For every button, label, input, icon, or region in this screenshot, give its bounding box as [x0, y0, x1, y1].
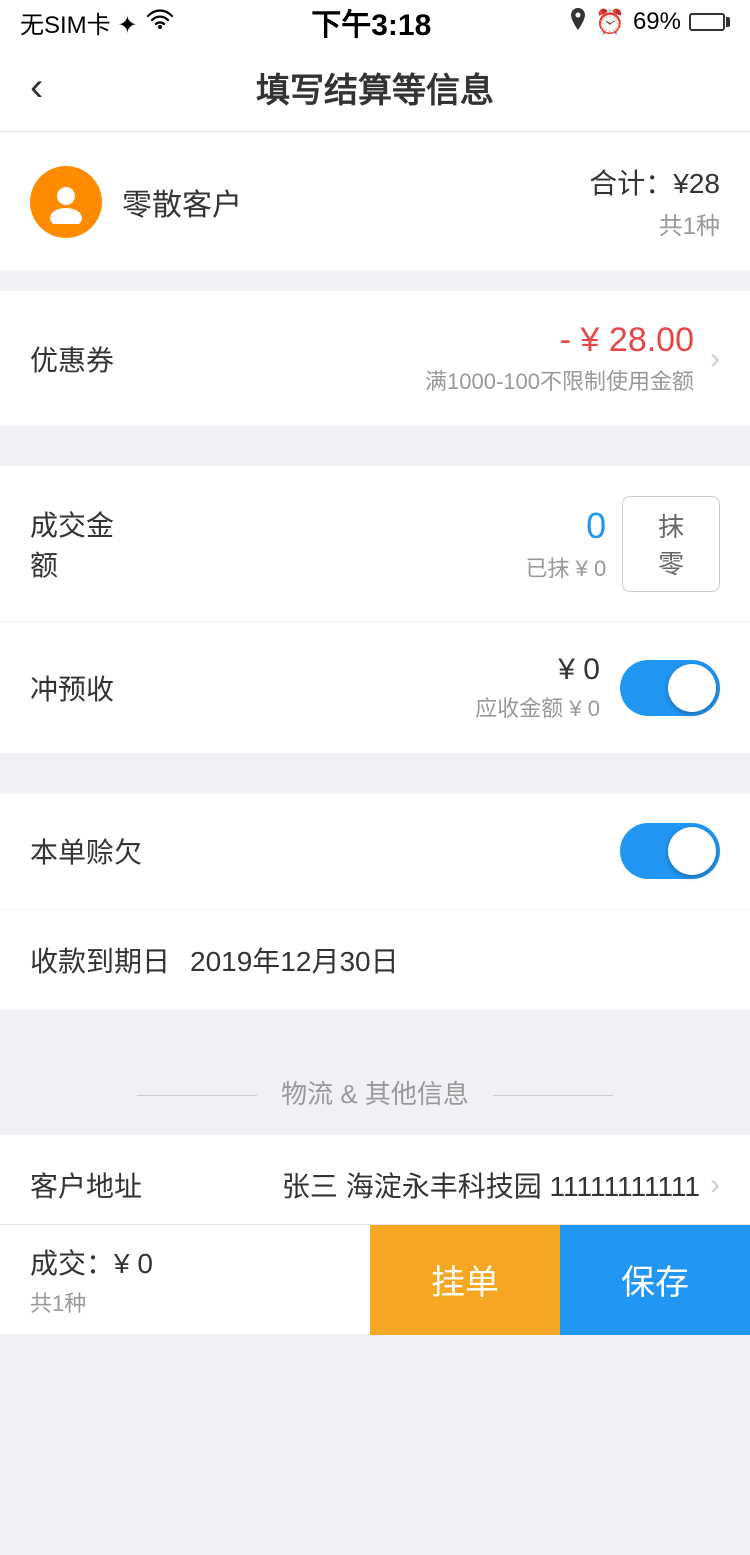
debt-toggle-knob	[668, 827, 716, 875]
carrier-text: 无SIM卡 ✦	[20, 5, 137, 40]
content: 零散客户 合计：¥28 共1种 优惠券 - ¥ 28.00 满1000-100不…	[0, 132, 750, 1555]
coupon-label: 优惠券	[30, 339, 114, 379]
status-bar-left: 无SIM卡 ✦	[20, 5, 173, 40]
debt-section: 本单赊欠 收款到期日 2019年12月30日	[0, 793, 750, 1010]
bottom-deal-label: 成交：	[30, 1248, 114, 1279]
address-label: 客户地址	[30, 1165, 142, 1205]
bottom-deal-value: ¥ 0	[114, 1248, 153, 1279]
page-title: 填写结算等信息	[256, 63, 494, 112]
customer-name: 零散客户	[122, 180, 242, 224]
due-date-value: 2019年12月30日	[190, 940, 399, 980]
coupon-amount: - ¥ 28.00	[425, 321, 694, 360]
logistics-label: 物流 & 其他信息	[281, 1079, 469, 1109]
battery-percent: 69%	[633, 8, 681, 36]
deal-amount-values: 已抹 ¥ 0	[141, 505, 606, 583]
bottom-count: 共1种	[30, 1286, 340, 1318]
bottom-info: 成交：¥ 0 共1种	[0, 1242, 370, 1318]
divider-1	[0, 446, 750, 466]
pre-receive-row: 冲预收 ¥ 0 应收金额 ¥ 0	[0, 623, 750, 753]
logistics-header: 物流 & 其他信息	[0, 1050, 750, 1135]
customer-info-left: 零散客户	[30, 166, 242, 238]
address-value: 张三 海淀永丰科技园 11111111111	[282, 1165, 700, 1205]
status-bar-right: ⏰ 69%	[569, 8, 730, 37]
pre-receive-amounts: ¥ 0 应收金额 ¥ 0	[475, 653, 600, 723]
coupon-chevron-icon: ›	[710, 342, 720, 376]
pre-receive-toggle-knob	[668, 664, 716, 712]
pre-receive-toggle[interactable]	[620, 660, 720, 716]
hold-button[interactable]: 挂单	[370, 1225, 560, 1335]
address-row[interactable]: 客户地址 张三 海淀永丰科技园 11111111111 ›	[0, 1135, 750, 1235]
debt-row: 本单赊欠	[0, 793, 750, 909]
debt-label: 本单赊欠	[30, 831, 142, 871]
customer-avatar	[30, 166, 102, 238]
nav-bar: ‹ 填写结算等信息	[0, 44, 750, 132]
customer-card: 零散客户 合计：¥28 共1种	[0, 132, 750, 271]
coupon-section: 优惠券 - ¥ 28.00 满1000-100不限制使用金额 ›	[0, 291, 750, 426]
divider-3	[0, 1030, 750, 1050]
receivable-label: 应收金额 ¥ 0	[475, 691, 600, 723]
round-zero-button[interactable]: 抹零	[622, 496, 720, 592]
divider-2	[0, 773, 750, 793]
status-bar: 无SIM卡 ✦ 下午3:18 ⏰ 69%	[0, 0, 750, 44]
customer-count: 共1种	[589, 206, 720, 241]
coupon-row[interactable]: 优惠券 - ¥ 28.00 满1000-100不限制使用金额 ›	[0, 291, 750, 426]
pre-receive-right: ¥ 0 应收金额 ¥ 0	[475, 653, 720, 723]
bottom-buttons: 挂单 保存	[370, 1225, 750, 1335]
coupon-detail: - ¥ 28.00 满1000-100不限制使用金额	[425, 321, 694, 396]
address-right: 张三 海淀永丰科技园 11111111111 ›	[282, 1165, 720, 1205]
battery-icon	[689, 13, 730, 31]
deal-amount-right: 已抹 ¥ 0 抹零	[141, 496, 720, 592]
address-chevron-icon: ›	[710, 1168, 720, 1202]
coupon-right: - ¥ 28.00 满1000-100不限制使用金额 ›	[425, 321, 720, 396]
alarm-icon: ⏰	[595, 8, 625, 37]
status-bar-time: 下午3:18	[311, 0, 431, 44]
due-date-label: 收款到期日	[30, 940, 170, 980]
already-zeroed-label: 已抹 ¥ 0	[141, 551, 606, 583]
back-button[interactable]: ‹	[30, 65, 43, 110]
due-date-row: 收款到期日 2019年12月30日	[0, 909, 750, 1010]
coupon-desc: 满1000-100不限制使用金额	[425, 364, 694, 396]
deal-amount-label: 成交金额	[30, 504, 141, 584]
customer-total: 合计：¥28	[589, 162, 720, 202]
pre-amount: ¥ 0	[475, 653, 600, 687]
amount-section: 成交金额 已抹 ¥ 0 抹零 冲预收 ¥ 0 应收金额 ¥ 0	[0, 466, 750, 753]
wifi-icon	[147, 8, 173, 36]
save-button[interactable]: 保存	[560, 1225, 750, 1335]
pre-receive-label: 冲预收	[30, 668, 114, 708]
customer-info-right: 合计：¥28 共1种	[589, 162, 720, 241]
location-icon	[569, 8, 587, 37]
deal-amount-row: 成交金额 已抹 ¥ 0 抹零	[0, 466, 750, 623]
deal-amount-input[interactable]	[141, 505, 606, 547]
bottom-deal-amount: 成交：¥ 0	[30, 1242, 340, 1282]
bottom-bar: 成交：¥ 0 共1种 挂单 保存	[0, 1224, 750, 1334]
debt-toggle[interactable]	[620, 823, 720, 879]
